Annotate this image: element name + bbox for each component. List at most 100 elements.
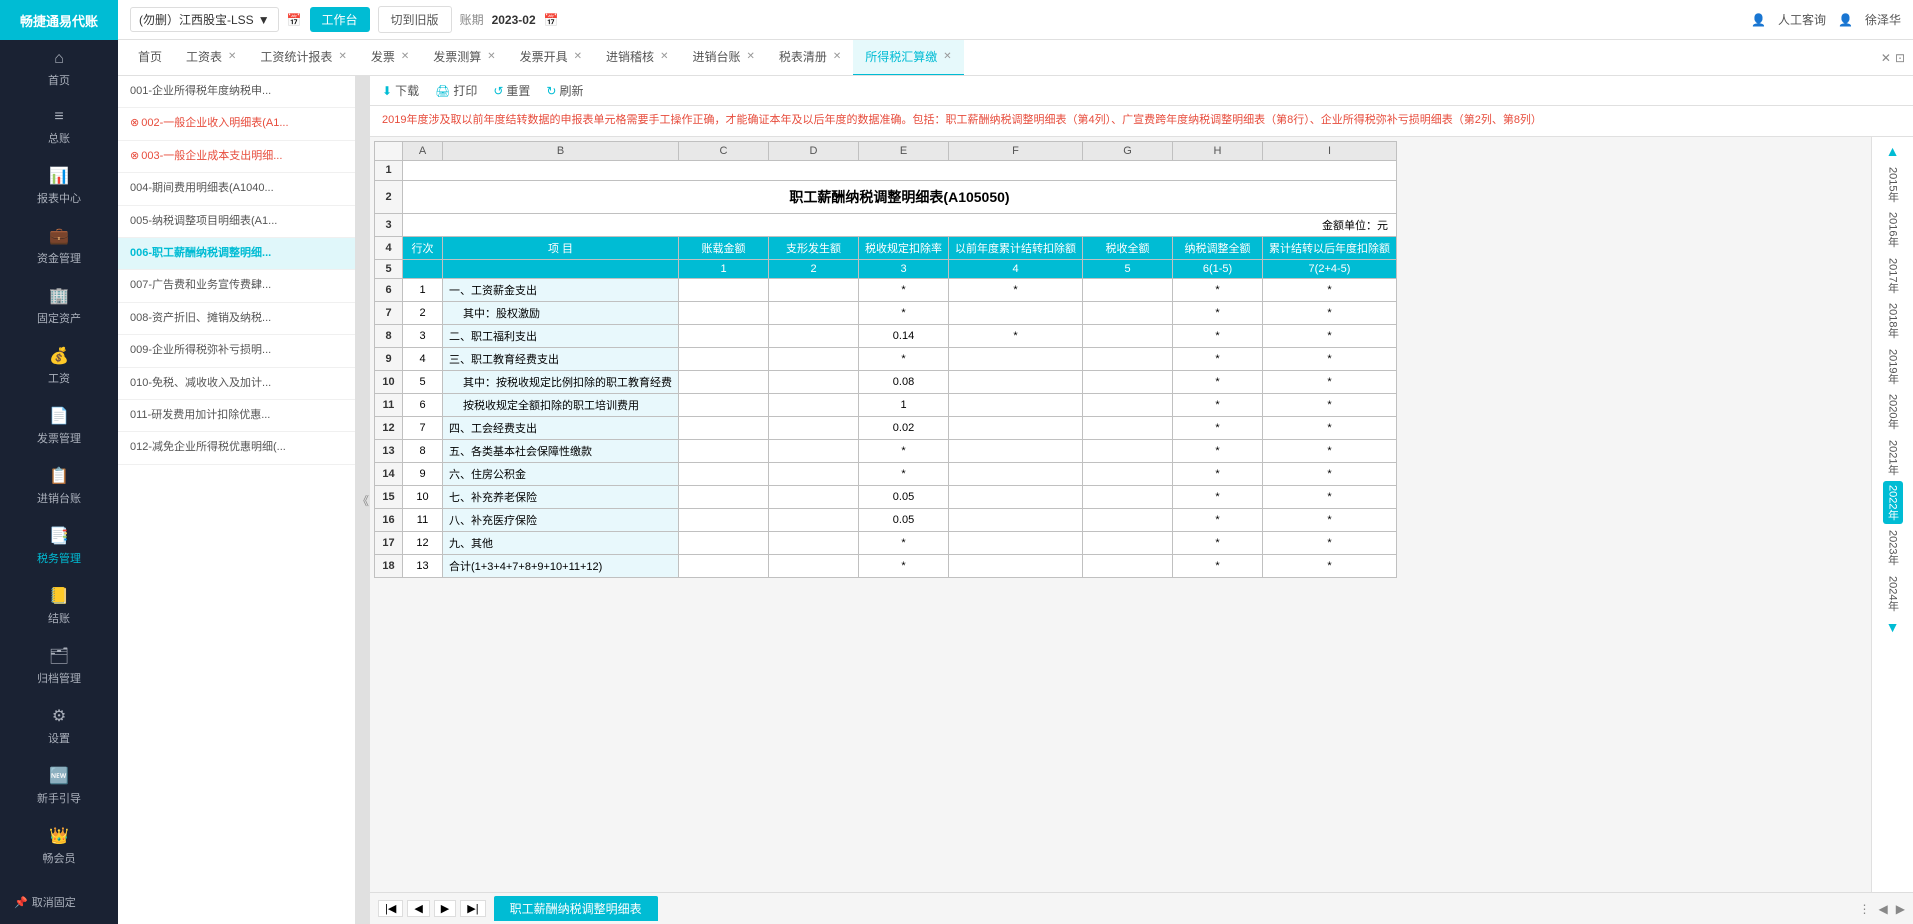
cell-g[interactable]: [1083, 347, 1173, 370]
cell-i[interactable]: *: [1263, 531, 1397, 554]
cell-rownum[interactable]: 7: [403, 416, 443, 439]
tab-invoice-open[interactable]: 发票开具 ✕: [508, 40, 594, 76]
cell-label[interactable]: 三、职工教育经费支出: [443, 347, 679, 370]
cell-rownum[interactable]: 9: [403, 462, 443, 485]
tab-close-all-icon[interactable]: ✕: [1881, 51, 1891, 65]
cell-i[interactable]: *: [1263, 485, 1397, 508]
sheet-prev-button[interactable]: ◀: [407, 900, 429, 917]
tab-home[interactable]: 首页: [126, 40, 174, 76]
cell-d[interactable]: [769, 370, 859, 393]
cell-f[interactable]: *: [949, 324, 1083, 347]
cell-rownum[interactable]: 4: [403, 347, 443, 370]
cell-rownum[interactable]: 1: [403, 278, 443, 301]
tab-sales-ledger-close[interactable]: ✕: [746, 51, 754, 62]
cell-rownum[interactable]: 6: [403, 393, 443, 416]
form-item-005[interactable]: 005-纳税调整项目明细表(A1...: [118, 206, 355, 238]
cell-g[interactable]: [1083, 324, 1173, 347]
cell-g[interactable]: [1083, 554, 1173, 577]
cell-i[interactable]: *: [1263, 393, 1397, 416]
cell-h[interactable]: *: [1173, 531, 1263, 554]
cell-e[interactable]: 1: [859, 393, 949, 416]
cell-f[interactable]: [949, 370, 1083, 393]
cell-c[interactable]: [679, 485, 769, 508]
cell-d[interactable]: [769, 278, 859, 301]
cell-i[interactable]: *: [1263, 324, 1397, 347]
cell-h[interactable]: *: [1173, 370, 1263, 393]
form-item-002[interactable]: ⊗002-一般企业收入明细表(A1...: [118, 108, 355, 140]
tab-payroll[interactable]: 工资表 ✕: [174, 40, 248, 76]
cell-i[interactable]: *: [1263, 554, 1397, 577]
sidebar-item-archive[interactable]: 🗂 归档管理: [0, 636, 118, 696]
year-item-2022[interactable]: 2022年: [1883, 481, 1903, 524]
cell-d[interactable]: [769, 301, 859, 324]
cell-label[interactable]: 其中：股权激励: [443, 301, 679, 324]
form-item-009[interactable]: 009-企业所得税弥补亏损明...: [118, 335, 355, 367]
cell-d[interactable]: [769, 462, 859, 485]
cell-i[interactable]: *: [1263, 278, 1397, 301]
cell-c[interactable]: [679, 347, 769, 370]
cell-label[interactable]: 五、各类基本社会保障性缴款: [443, 439, 679, 462]
tab-sales-audit-close[interactable]: ✕: [660, 51, 668, 62]
tab-invoice-calc-close[interactable]: ✕: [487, 51, 495, 62]
cell-g[interactable]: [1083, 485, 1173, 508]
cell-label[interactable]: 八、补充医疗保险: [443, 508, 679, 531]
cell-h[interactable]: *: [1173, 554, 1263, 577]
cell-e[interactable]: *: [859, 439, 949, 462]
cell-i[interactable]: *: [1263, 301, 1397, 324]
cell-d[interactable]: [769, 393, 859, 416]
cell-i[interactable]: *: [1263, 439, 1397, 462]
year-nav-down-button[interactable]: ▼: [1884, 617, 1902, 637]
cell-h[interactable]: *: [1173, 416, 1263, 439]
form-item-006[interactable]: 006-职工薪酬纳税调整明细...: [118, 238, 355, 270]
cell-e[interactable]: *: [859, 278, 949, 301]
form-item-008[interactable]: 008-资产折旧、摊销及纳税...: [118, 303, 355, 335]
year-item-2016[interactable]: 2016年: [1883, 208, 1903, 251]
year-item-2017[interactable]: 2017年: [1883, 254, 1903, 297]
print-button[interactable]: 🖨 打印: [435, 82, 477, 99]
table-container[interactable]: A B C D E F G H I: [370, 137, 1871, 892]
cell-d[interactable]: [769, 347, 859, 370]
cell-f[interactable]: [949, 508, 1083, 531]
cell-e[interactable]: *: [859, 347, 949, 370]
cell-label[interactable]: 二、职工福利支出: [443, 324, 679, 347]
cell-d[interactable]: [769, 554, 859, 577]
scroll-left-icon[interactable]: ◀: [1879, 902, 1888, 916]
form-item-011[interactable]: 011-研发费用加计扣除优惠...: [118, 400, 355, 432]
cell-label[interactable]: 六、住房公积金: [443, 462, 679, 485]
reset-button[interactable]: ↺ 重置: [493, 82, 530, 99]
sidebar-item-guide[interactable]: 🆕 新手引导: [0, 756, 118, 816]
cell-f[interactable]: [949, 439, 1083, 462]
cell-d[interactable]: [769, 416, 859, 439]
sheet-options-icon[interactable]: ⋮: [1859, 902, 1871, 916]
cell-f[interactable]: [949, 462, 1083, 485]
cell-c[interactable]: [679, 324, 769, 347]
cell-c[interactable]: [679, 508, 769, 531]
cell-i[interactable]: *: [1263, 508, 1397, 531]
form-item-012[interactable]: 012-减免企业所得税优惠明细(...: [118, 432, 355, 464]
tab-income-tax-close[interactable]: ✕: [943, 51, 951, 62]
cell-f[interactable]: [949, 347, 1083, 370]
cell-c[interactable]: [679, 416, 769, 439]
cell-h[interactable]: *: [1173, 301, 1263, 324]
year-item-2023[interactable]: 2023年: [1883, 526, 1903, 569]
cell-h[interactable]: *: [1173, 439, 1263, 462]
cell-rownum[interactable]: 11: [403, 508, 443, 531]
cell-i[interactable]: *: [1263, 370, 1397, 393]
cell-rownum[interactable]: 12: [403, 531, 443, 554]
form-item-004[interactable]: 004-期间费用明细表(A1040...: [118, 173, 355, 205]
year-item-2018[interactable]: 2018年: [1883, 299, 1903, 342]
form-item-010[interactable]: 010-免税、减收收入及加计...: [118, 368, 355, 400]
cell-h[interactable]: *: [1173, 324, 1263, 347]
cell-e[interactable]: 0.14: [859, 324, 949, 347]
cell-g[interactable]: [1083, 278, 1173, 301]
cell-d[interactable]: [769, 508, 859, 531]
cell-rownum[interactable]: 10: [403, 485, 443, 508]
tab-sales-ledger[interactable]: 进销台账 ✕: [680, 40, 766, 76]
cell-label[interactable]: 九、其他: [443, 531, 679, 554]
cell-e[interactable]: *: [859, 462, 949, 485]
cell-c[interactable]: [679, 370, 769, 393]
cell-rownum[interactable]: 8: [403, 439, 443, 462]
tab-sales-audit[interactable]: 进销稽核 ✕: [594, 40, 680, 76]
cell-f[interactable]: [949, 485, 1083, 508]
form-item-001[interactable]: 001-企业所得税年度纳税申...: [118, 76, 355, 108]
